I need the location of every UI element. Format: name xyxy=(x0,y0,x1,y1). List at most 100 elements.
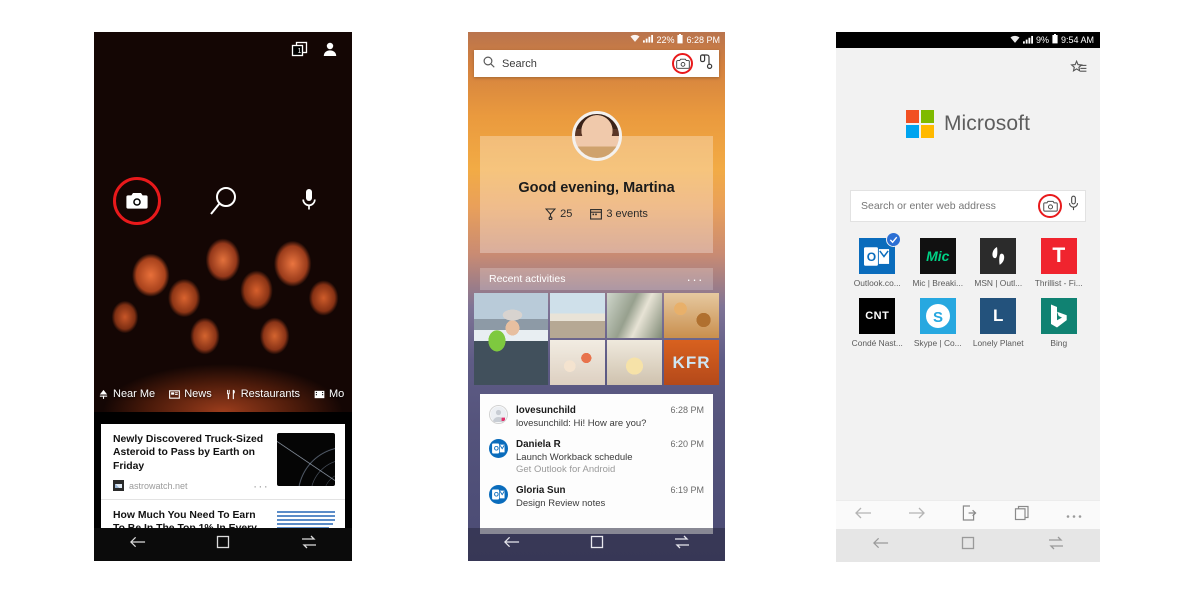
more-icon[interactable]: ··· xyxy=(253,479,269,493)
wifi-icon xyxy=(1010,35,1020,46)
tile-label: Condé Nast... xyxy=(851,338,903,348)
map-pin-icon xyxy=(99,389,108,399)
tile-bing[interactable]: Bing xyxy=(1030,298,1089,348)
camera-search-button[interactable] xyxy=(94,177,180,225)
favorites-star-icon[interactable] xyxy=(1070,59,1088,83)
tabs-icon[interactable]: 1 xyxy=(291,41,308,58)
tile-mic[interactable]: Mic Mic | Breaki... xyxy=(909,238,968,288)
recents-icon[interactable] xyxy=(1048,536,1064,555)
recent-activities-title: Recent activities xyxy=(489,273,566,285)
chip-restaurants[interactable]: Restaurants xyxy=(226,388,300,400)
message-time: 6:28 PM xyxy=(670,405,704,415)
signal-icon xyxy=(643,34,654,45)
battery-percent: 22% xyxy=(656,34,675,45)
search-button[interactable] xyxy=(180,184,266,218)
account-icon[interactable] xyxy=(322,41,338,57)
edge-bottom-toolbar xyxy=(836,500,1100,529)
microsoft-squares-icon xyxy=(905,110,934,138)
calendar-icon xyxy=(590,209,603,220)
more-icon[interactable]: ··· xyxy=(687,272,705,287)
tile-label: Lonely Planet xyxy=(972,338,1024,348)
camera-icon xyxy=(1042,200,1058,212)
address-bar[interactable]: Search or enter web address xyxy=(850,190,1086,222)
svg-text:O: O xyxy=(494,446,499,453)
list-item[interactable]: O Gloria Sun 6:19 PM Design Review notes xyxy=(480,480,713,514)
news-thumbnail-asteroid xyxy=(277,433,335,486)
recents-icon[interactable] xyxy=(301,535,317,554)
microphone-icon[interactable] xyxy=(1068,195,1079,217)
phone3-android-navbar xyxy=(836,529,1100,562)
mic-logo-icon: Mic xyxy=(919,238,956,274)
photo-tile[interactable] xyxy=(607,293,663,338)
steps-stat[interactable]: 25 xyxy=(545,208,572,220)
tile-conde-nast[interactable]: CNT Condé Nast... xyxy=(848,298,907,348)
back-icon[interactable] xyxy=(129,535,146,554)
photo-tile-letters[interactable]: KFR xyxy=(664,340,719,385)
battery-icon xyxy=(677,33,684,46)
home-icon[interactable] xyxy=(590,535,604,554)
top-sites-grid: O Outlook.co... Mic Mic | Breaki... MSN … xyxy=(848,232,1089,348)
movie-icon xyxy=(314,390,325,398)
tile-label: Mic | Breaki... xyxy=(912,278,964,288)
tile-label: Outlook.co... xyxy=(853,278,901,288)
message-sender: Daniela R xyxy=(516,439,561,450)
launcher-search-bar[interactable]: Search xyxy=(474,50,719,77)
tile-label: MSN | Outl... xyxy=(974,278,1023,288)
magnifier-icon xyxy=(210,187,236,215)
message-subject: Launch Workback schedule xyxy=(516,452,633,463)
chip-near-me[interactable]: Near Me xyxy=(98,388,155,400)
back-button[interactable] xyxy=(854,506,872,525)
message-time: 6:20 PM xyxy=(670,439,704,449)
recent-photos-grid: KFR xyxy=(474,293,719,385)
user-avatar[interactable] xyxy=(571,111,622,161)
wifi-icon xyxy=(630,34,640,45)
back-icon[interactable] xyxy=(503,535,520,554)
tile-skype[interactable]: S Skype | Co... xyxy=(909,298,968,348)
conde-nast-logo-icon: CNT xyxy=(859,298,896,334)
status-time: 9:54 AM xyxy=(1060,35,1094,45)
red-highlight-ring xyxy=(113,177,161,225)
phone2-status-bar: 22% 6:28 PM xyxy=(468,32,725,47)
photo-tile[interactable] xyxy=(607,340,663,385)
tabs-button[interactable] xyxy=(1014,505,1030,526)
microsoft-wordmark: Microsoft xyxy=(943,112,1031,135)
message-subject: Design Review notes xyxy=(516,498,606,509)
red-highlight-ring[interactable] xyxy=(672,53,693,74)
tile-msn[interactable]: MSN | Outl... xyxy=(969,238,1028,288)
message-sender: lovesunchild xyxy=(516,405,576,416)
home-icon[interactable] xyxy=(961,536,975,555)
address-input[interactable]: Search or enter web address xyxy=(861,200,1032,212)
photo-tile[interactable] xyxy=(550,340,606,385)
search-input[interactable]: Search xyxy=(502,58,665,70)
more-button[interactable] xyxy=(1066,506,1082,524)
list-item[interactable]: lovesunchild 6:28 PM lovesunchild: Hi! H… xyxy=(480,400,713,434)
news-card[interactable]: Newly Discovered Truck-Sized Asteroid to… xyxy=(101,424,345,499)
battery-icon xyxy=(1052,34,1058,46)
photo-tile[interactable] xyxy=(474,293,549,385)
phone1-category-chips: Near Me News Restaurants Mo xyxy=(94,384,352,404)
back-icon[interactable] xyxy=(872,536,889,555)
photo-tile[interactable] xyxy=(664,293,719,338)
events-stat[interactable]: 3 events xyxy=(590,208,648,220)
voice-search-button[interactable] xyxy=(266,188,352,214)
forward-button[interactable] xyxy=(908,506,926,525)
greeting-stats: 25 3 events xyxy=(545,208,648,220)
recents-icon[interactable] xyxy=(674,535,690,554)
share-button[interactable] xyxy=(962,504,977,526)
qr-scan-icon[interactable] xyxy=(700,53,713,74)
phone2-android-navbar xyxy=(468,528,725,561)
chip-movies[interactable]: Mo xyxy=(314,388,344,400)
message-preview: lovesunchild: Hi! How are you? xyxy=(516,418,647,429)
home-icon[interactable] xyxy=(216,535,230,554)
tile-lonely-planet[interactable]: L Lonely Planet xyxy=(969,298,1028,348)
svg-text:O: O xyxy=(867,250,876,264)
chip-news[interactable]: News xyxy=(169,388,212,400)
list-item[interactable]: O Daniela R 6:20 PM Launch Workback sche… xyxy=(480,434,713,480)
red-highlight-ring[interactable] xyxy=(1038,194,1062,218)
phone1-action-row xyxy=(94,177,352,225)
photo-tile[interactable] xyxy=(550,293,606,338)
bing-icon xyxy=(1040,298,1077,334)
tile-thrillist[interactable]: T Thrillist - Fi... xyxy=(1030,238,1089,288)
chip-label: News xyxy=(184,388,212,400)
tile-outlook[interactable]: O Outlook.co... xyxy=(848,232,907,288)
